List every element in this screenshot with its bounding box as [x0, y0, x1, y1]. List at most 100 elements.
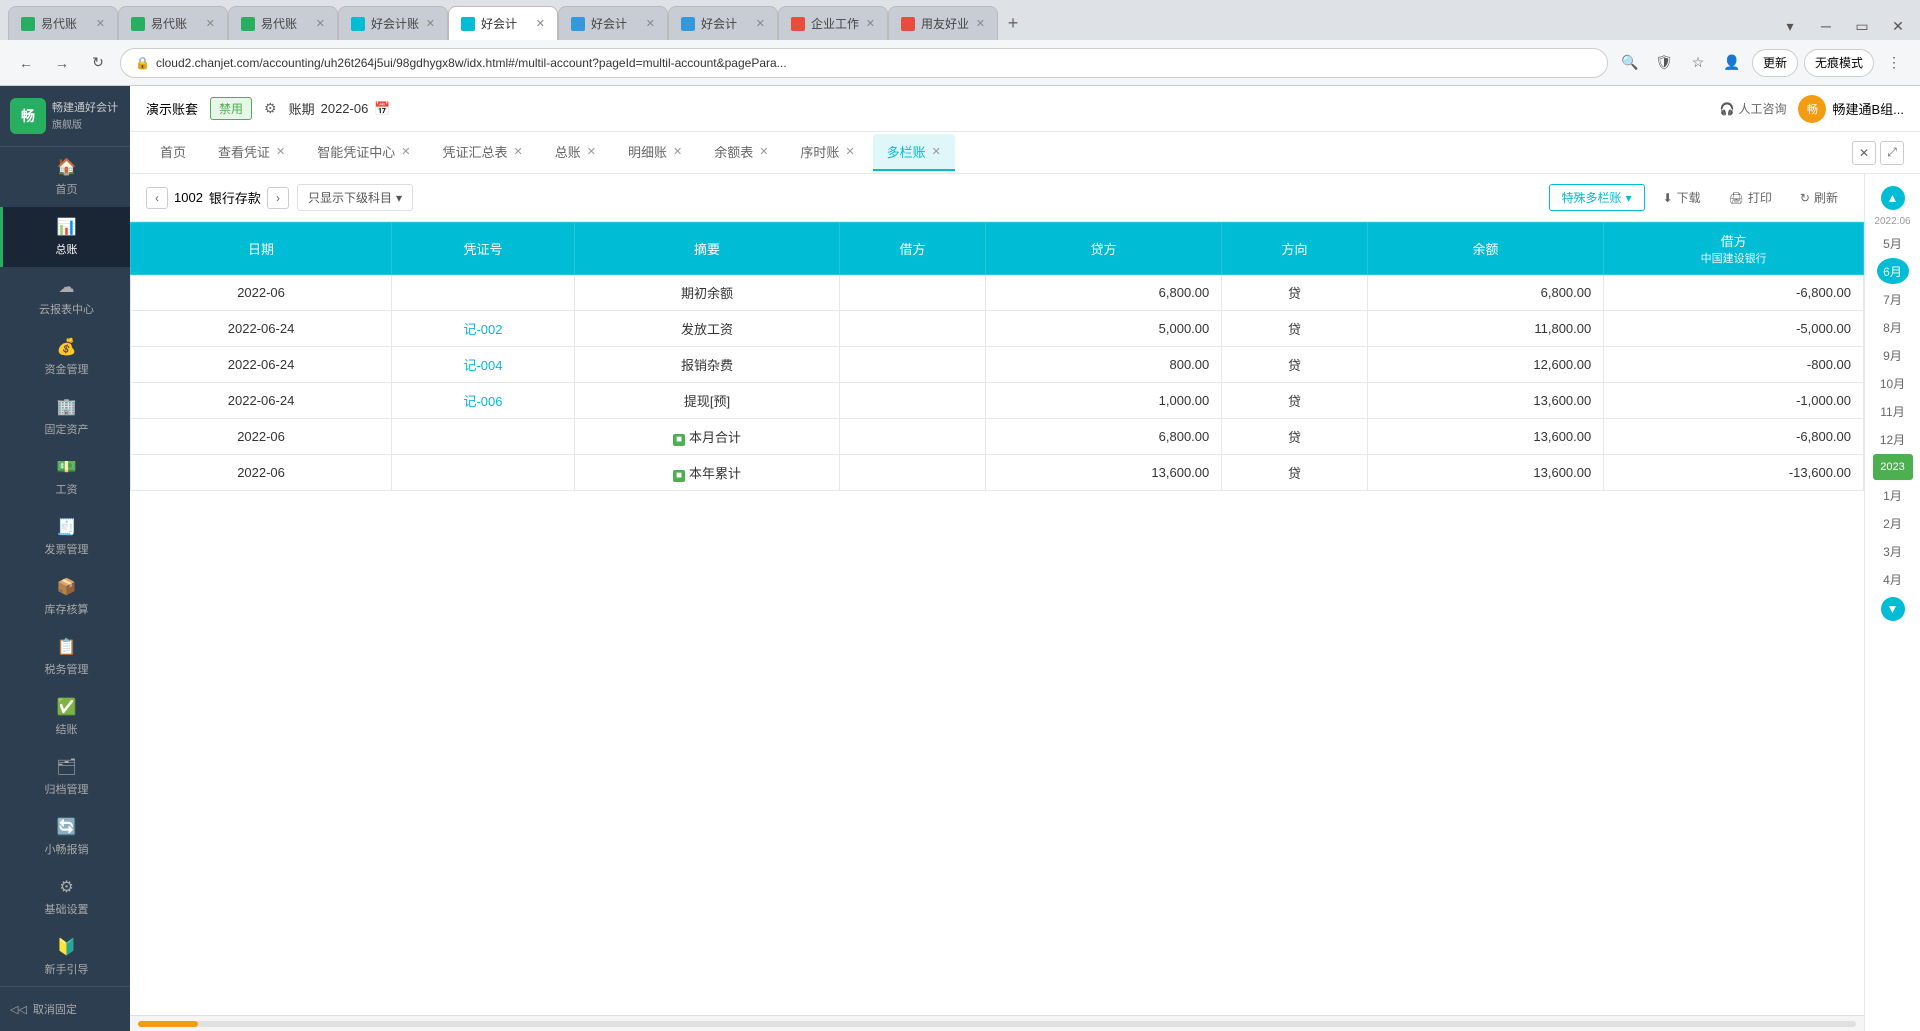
- profile-icon[interactable]: 👤: [1718, 49, 1746, 77]
- sidebar-item-invoice[interactable]: 🧾 发票管理: [0, 507, 130, 567]
- url-bar[interactable]: 🔒 cloud2.chanjet.com/accounting/uh26t264…: [120, 48, 1608, 78]
- tab-balance[interactable]: 余额表 ✕: [700, 134, 782, 171]
- browser-tab-9[interactable]: 用友好业 ✕: [888, 6, 998, 40]
- timeline-month-mar[interactable]: 3月: [1873, 538, 1913, 564]
- tab-voucher-summary[interactable]: 凭证汇总表 ✕: [428, 134, 536, 171]
- cell-voucher[interactable]: 记-004: [392, 347, 575, 383]
- sidebar-item-settings[interactable]: ⚙ 基础设置: [0, 867, 130, 927]
- cell-voucher[interactable]: 记-006: [392, 383, 575, 419]
- timeline-month-feb[interactable]: 2月: [1873, 510, 1913, 536]
- download-btn[interactable]: ⬇ 下载: [1653, 185, 1711, 210]
- timeline-month-jun[interactable]: 6月: [1877, 258, 1909, 284]
- sidebar-item-guide[interactable]: 🔰 新手引导: [0, 927, 130, 986]
- timeline-month-jul[interactable]: 7月: [1873, 286, 1913, 312]
- browser-tab-5[interactable]: 好会计 ✕: [448, 6, 558, 40]
- headset-icon: 🎧: [1720, 102, 1735, 116]
- browser-tab-7[interactable]: 好会计 ✕: [668, 6, 778, 40]
- sidebar-item-cloud[interactable]: ☁ 云报表中心: [0, 267, 130, 327]
- sidebar-item-tax[interactable]: 📋 税务管理: [0, 627, 130, 687]
- settings-gear-icon[interactable]: ⚙: [264, 100, 277, 117]
- browser-tab-1[interactable]: 易代账 ✕: [8, 6, 118, 40]
- search-icon[interactable]: 🔍: [1616, 49, 1644, 77]
- sidebar-item-expense[interactable]: 🔄 小畅报销: [0, 807, 130, 867]
- tab-close-voucher-summary[interactable]: ✕: [514, 145, 523, 158]
- tab-close-5[interactable]: ✕: [536, 17, 545, 30]
- scroll-area[interactable]: [130, 1015, 1864, 1031]
- shield-icon[interactable]: 🛡: [1650, 49, 1678, 77]
- minimize-btn[interactable]: ─: [1812, 12, 1840, 40]
- sidebar-item-home[interactable]: 🏠 首页: [0, 147, 130, 207]
- tab-multi-col[interactable]: 多栏账 ✕: [873, 134, 955, 171]
- tab-close-balance[interactable]: ✕: [759, 145, 768, 158]
- sidebar-item-salary[interactable]: 💵 工资: [0, 447, 130, 507]
- scroll-thumb[interactable]: [138, 1021, 198, 1027]
- tab-close-3[interactable]: ✕: [316, 17, 325, 30]
- next-account-btn[interactable]: ›: [267, 187, 289, 209]
- tab-dropdown-btn[interactable]: ▾: [1776, 12, 1804, 40]
- browser-tab-4[interactable]: 好会计账 ✕: [338, 6, 448, 40]
- mode-btn[interactable]: 无痕模式: [1804, 49, 1874, 77]
- incognito-btn[interactable]: 更新: [1752, 49, 1798, 77]
- sidebar-item-archive[interactable]: 🗂 归档管理: [0, 747, 130, 807]
- collapse-tab-btn[interactable]: ✕: [1852, 141, 1876, 165]
- timeline-month-sep[interactable]: 9月: [1873, 342, 1913, 368]
- timeline-down-arrow[interactable]: ▼: [1881, 597, 1905, 621]
- sidebar-item-inventory[interactable]: 📦 库存核算: [0, 567, 130, 627]
- refresh-ledger-btn[interactable]: ↻ 刷新: [1790, 185, 1848, 210]
- new-tab-button[interactable]: +: [998, 8, 1028, 38]
- print-btn[interactable]: 🖨 打印: [1719, 185, 1782, 210]
- tab-close-6[interactable]: ✕: [646, 17, 655, 30]
- tab-close-2[interactable]: ✕: [206, 17, 215, 30]
- timeline-month-apr[interactable]: 4月: [1873, 566, 1913, 592]
- prev-account-btn[interactable]: ‹: [146, 187, 168, 209]
- tab-close-8[interactable]: ✕: [866, 17, 875, 30]
- voucher-link[interactable]: 记-006: [463, 394, 502, 409]
- forward-btn[interactable]: →: [48, 49, 76, 77]
- tab-close-smart-voucher[interactable]: ✕: [401, 145, 410, 158]
- cell-voucher[interactable]: 记-002: [392, 311, 575, 347]
- back-btn[interactable]: ←: [12, 49, 40, 77]
- unpin-btn[interactable]: ◁◁ 取消固定: [10, 997, 120, 1021]
- sidebar-item-ledger[interactable]: 📊 总账: [0, 207, 130, 267]
- restore-btn[interactable]: ▭: [1848, 12, 1876, 40]
- timeline-month-jan[interactable]: 1月: [1873, 482, 1913, 508]
- tab-close-detail-ledger[interactable]: ✕: [673, 145, 682, 158]
- voucher-link[interactable]: 记-002: [463, 322, 502, 337]
- tab-sequence[interactable]: 序时账 ✕: [786, 134, 868, 171]
- browser-tab-2[interactable]: 易代账 ✕: [118, 6, 228, 40]
- tab-close-sequence[interactable]: ✕: [845, 145, 854, 158]
- timeline-month-oct[interactable]: 10月: [1873, 370, 1913, 396]
- tab-general-ledger[interactable]: 总账 ✕: [541, 134, 610, 171]
- browser-tab-8[interactable]: 企业工作 ✕: [778, 6, 888, 40]
- expand-tab-btn[interactable]: ⤢: [1880, 141, 1904, 165]
- refresh-btn[interactable]: ↻: [84, 49, 112, 77]
- tab-detail-ledger[interactable]: 明细账 ✕: [614, 134, 696, 171]
- sidebar-item-assets[interactable]: 🏢 固定资产: [0, 387, 130, 447]
- consult-btn[interactable]: 🎧 人工咨询: [1720, 100, 1787, 117]
- tab-view-voucher[interactable]: 查看凭证 ✕: [204, 134, 299, 171]
- multi-col-btn[interactable]: 特殊多栏账 ▾: [1549, 184, 1645, 211]
- close-window-btn[interactable]: ✕: [1884, 12, 1912, 40]
- tab-smart-voucher[interactable]: 智能凭证中心 ✕: [303, 134, 424, 171]
- timeline-month-may[interactable]: 5月: [1873, 230, 1913, 256]
- timeline-up-arrow[interactable]: ▲: [1881, 186, 1905, 210]
- tab-close-9[interactable]: ✕: [976, 17, 985, 30]
- browser-tab-6[interactable]: 好会计 ✕: [558, 6, 668, 40]
- tab-close-multi-col[interactable]: ✕: [932, 145, 941, 158]
- sidebar-item-fund[interactable]: 💰 资金管理: [0, 327, 130, 387]
- tab-close-4[interactable]: ✕: [426, 17, 435, 30]
- tab-close-7[interactable]: ✕: [756, 17, 765, 30]
- sub-filter-btn[interactable]: 只显示下级科目 ▾: [297, 184, 413, 211]
- voucher-link[interactable]: 记-004: [463, 358, 502, 373]
- timeline-month-nov[interactable]: 11月: [1873, 398, 1913, 424]
- tab-close-view-voucher[interactable]: ✕: [276, 145, 285, 158]
- sidebar-item-close[interactable]: ✅ 结账: [0, 687, 130, 747]
- tab-close-1[interactable]: ✕: [96, 17, 105, 30]
- star-icon[interactable]: ☆: [1684, 49, 1712, 77]
- menu-btn[interactable]: ⋮: [1880, 49, 1908, 77]
- browser-tab-3[interactable]: 易代账 ✕: [228, 6, 338, 40]
- timeline-month-aug[interactable]: 8月: [1873, 314, 1913, 340]
- timeline-month-dec[interactable]: 12月: [1873, 426, 1913, 452]
- tab-close-general-ledger[interactable]: ✕: [587, 145, 596, 158]
- tab-home[interactable]: 首页: [146, 134, 200, 171]
